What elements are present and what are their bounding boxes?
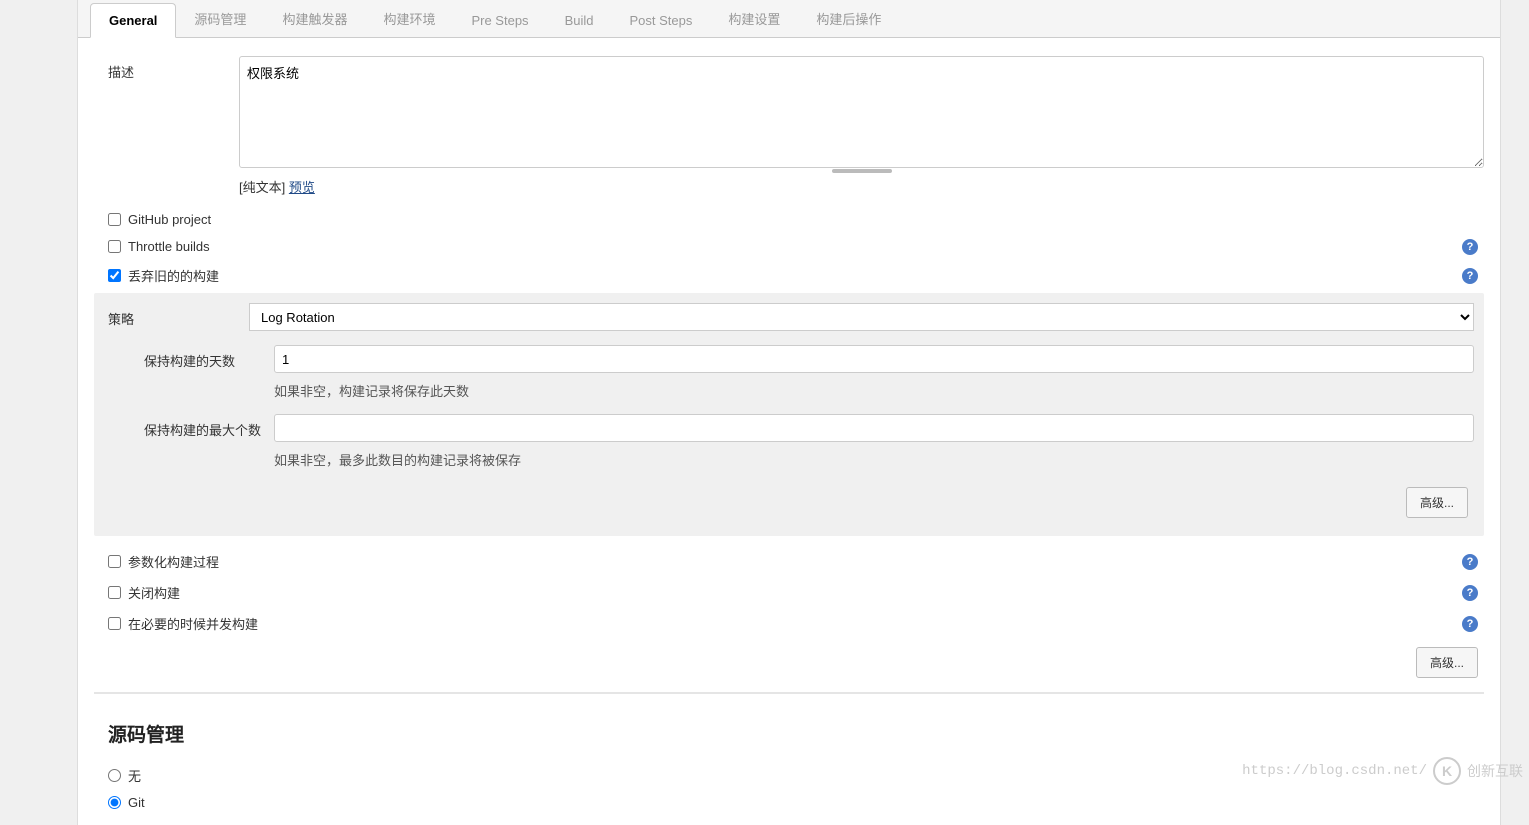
- github-project-checkbox[interactable]: [108, 213, 121, 226]
- max-row: 保持构建的最大个数: [144, 414, 1474, 442]
- parametrized-row: 参数化构建过程 ?: [94, 546, 1484, 577]
- days-row: 保持构建的天数: [144, 345, 1474, 373]
- scm-git-radio[interactable]: [108, 796, 121, 809]
- advanced-row-1: 高级...: [104, 483, 1474, 522]
- disable-build-label: 关闭构建: [128, 583, 180, 602]
- scm-none-row: 无: [94, 761, 1484, 790]
- tab-env[interactable]: 构建环境: [365, 0, 453, 37]
- help-icon[interactable]: ?: [1462, 616, 1478, 632]
- scm-git-row: Git: [94, 790, 1484, 815]
- max-label: 保持构建的最大个数: [144, 414, 274, 439]
- discard-old-row: 丢弃旧的的构建 ?: [94, 260, 1484, 291]
- days-label: 保持构建的天数: [144, 345, 274, 370]
- format-label: [纯文本]: [239, 180, 289, 195]
- scm-heading: 源码管理: [94, 704, 1484, 761]
- config-content: 描述 权限系统 [纯文本] 预览 GitHub project Throttle…: [78, 38, 1500, 825]
- scm-git-label: Git: [128, 795, 145, 810]
- strategy-label: 策略: [104, 303, 249, 328]
- discard-old-label: 丢弃旧的的构建: [128, 266, 219, 285]
- config-tabs: General 源码管理 构建触发器 构建环境 Pre Steps Build …: [78, 0, 1500, 38]
- tab-general[interactable]: General: [90, 3, 176, 38]
- tab-triggers[interactable]: 构建触发器: [264, 0, 365, 37]
- throttle-builds-label: Throttle builds: [128, 239, 210, 254]
- tab-pre-steps[interactable]: Pre Steps: [453, 4, 546, 37]
- concurrent-label: 在必要的时候并发构建: [128, 614, 258, 633]
- parametrized-label: 参数化构建过程: [128, 552, 219, 571]
- tab-scm[interactable]: 源码管理: [176, 0, 264, 37]
- scm-none-radio[interactable]: [108, 769, 121, 782]
- days-input[interactable]: [274, 345, 1474, 373]
- github-project-label: GitHub project: [128, 212, 211, 227]
- description-textarea[interactable]: 权限系统: [239, 56, 1484, 168]
- concurrent-row: 在必要的时候并发构建 ?: [94, 608, 1484, 639]
- help-icon[interactable]: ?: [1462, 585, 1478, 601]
- description-format: [纯文本] 预览: [239, 177, 1484, 196]
- section-divider: [94, 692, 1484, 694]
- days-help: 如果非空，构建记录将保存此天数: [274, 381, 1474, 400]
- discard-old-subsection: 策略 Log Rotation 保持构建的天数 如果非空，构建记录将保存此天数 …: [94, 293, 1484, 536]
- tab-post-steps[interactable]: Post Steps: [611, 4, 710, 37]
- advanced-row-2: 高级...: [94, 639, 1484, 682]
- disable-build-checkbox[interactable]: [108, 586, 121, 599]
- tab-build[interactable]: Build: [547, 4, 612, 37]
- parametrized-checkbox[interactable]: [108, 555, 121, 568]
- disable-build-row: 关闭构建 ?: [94, 577, 1484, 608]
- resize-grip[interactable]: [832, 169, 892, 173]
- strategy-select[interactable]: Log Rotation: [249, 303, 1474, 331]
- discard-old-checkbox[interactable]: [108, 269, 121, 282]
- jenkins-job-config: General 源码管理 构建触发器 构建环境 Pre Steps Build …: [77, 0, 1501, 825]
- tab-build-settings[interactable]: 构建设置: [710, 0, 798, 37]
- help-icon[interactable]: ?: [1462, 239, 1478, 255]
- throttle-builds-row: Throttle builds ?: [94, 233, 1484, 260]
- tab-post-build[interactable]: 构建后操作: [798, 0, 899, 37]
- throttle-builds-checkbox[interactable]: [108, 240, 121, 253]
- scm-none-label: 无: [128, 766, 141, 785]
- preview-link[interactable]: 预览: [289, 180, 315, 195]
- description-row: 描述 权限系统 [纯文本] 预览: [94, 56, 1484, 196]
- advanced-button[interactable]: 高级...: [1406, 487, 1468, 518]
- github-project-row: GitHub project: [94, 206, 1484, 233]
- help-icon[interactable]: ?: [1462, 268, 1478, 284]
- concurrent-checkbox[interactable]: [108, 617, 121, 630]
- max-input[interactable]: [274, 414, 1474, 442]
- help-icon[interactable]: ?: [1462, 554, 1478, 570]
- max-help: 如果非空，最多此数目的构建记录将被保存: [274, 450, 1474, 469]
- advanced-button[interactable]: 高级...: [1416, 647, 1478, 678]
- description-label: 描述: [94, 56, 239, 81]
- strategy-nested: 保持构建的天数 如果非空，构建记录将保存此天数 保持构建的最大个数 如果非空，最…: [104, 345, 1474, 469]
